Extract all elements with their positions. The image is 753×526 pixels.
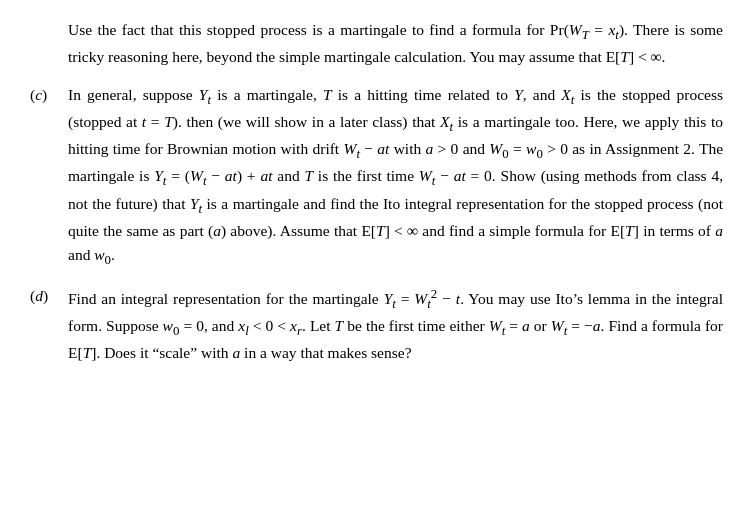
main-content: Use the fact that this stopped process i… (30, 18, 723, 365)
problem-label-d: (d) (30, 284, 68, 308)
problem-item-c: (c) In general, suppose Yt is a martinga… (30, 83, 723, 270)
intro-text: Use the fact that this stopped process i… (68, 21, 723, 65)
problem-item-d: (d) Find an integral representation for … (30, 284, 723, 365)
problem-text-d: Find an integral representation for the … (68, 284, 723, 365)
problem-text-c: In general, suppose Yt is a martingale, … (68, 83, 723, 270)
intro-paragraph: Use the fact that this stopped process i… (68, 18, 723, 69)
problem-label-c: (c) (30, 83, 68, 107)
